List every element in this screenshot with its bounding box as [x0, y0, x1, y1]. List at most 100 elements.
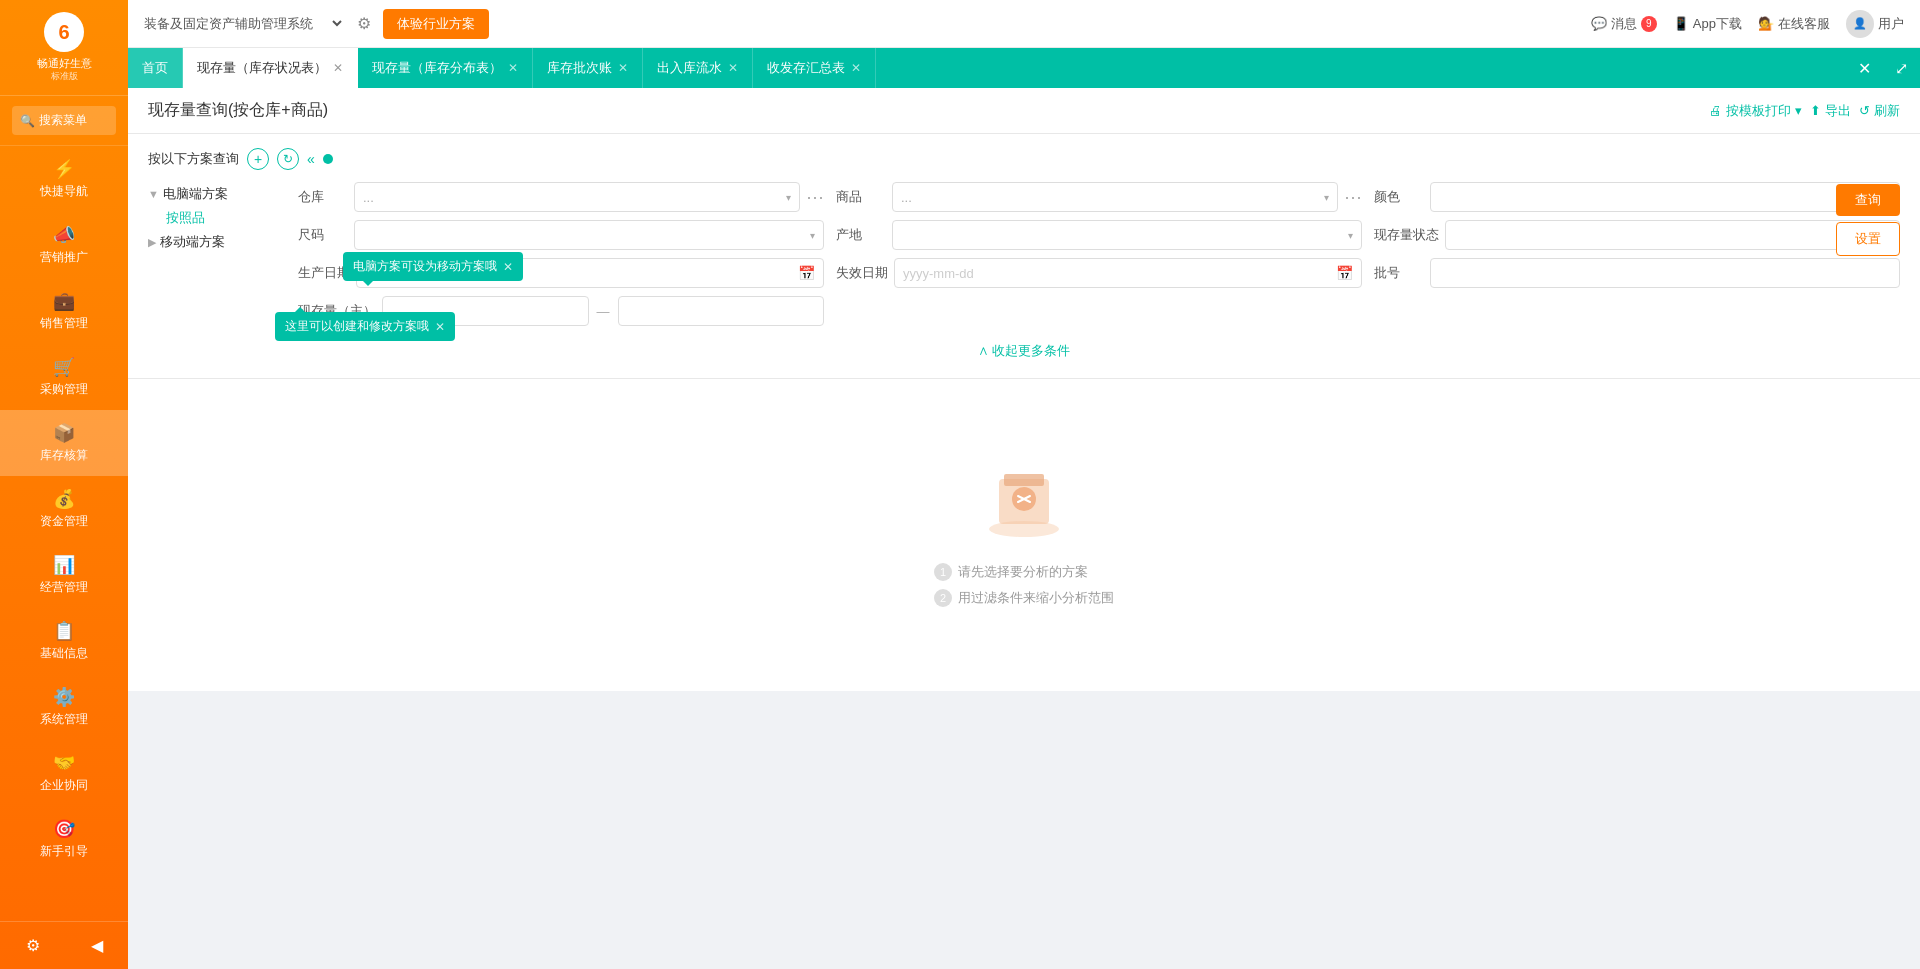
close-all-tabs-button[interactable]: ✕: [1846, 59, 1883, 78]
sidebar-item-operations[interactable]: 📊 经营管理: [0, 542, 128, 608]
message-button[interactable]: 💬 消息 9: [1591, 15, 1657, 33]
service-icon: 💁: [1758, 16, 1774, 31]
inventory-status-field: 现存量状态 ▾: [1374, 220, 1900, 250]
refresh-button[interactable]: ↺ 刷新: [1859, 102, 1900, 120]
sidebar-item-purchase[interactable]: 🛒 采购管理: [0, 344, 128, 410]
tab-collect-summary[interactable]: 收发存汇总表 ✕: [753, 48, 876, 88]
tab-in-out-flow-close[interactable]: ✕: [728, 61, 738, 75]
goods-more-icon[interactable]: ⋯: [1344, 186, 1362, 208]
tab-inventory-dist[interactable]: 现存量（库存分布表） ✕: [358, 48, 533, 88]
sidebar-item-sales[interactable]: 💼 销售管理: [0, 278, 128, 344]
sidebar: 6 畅通好生意 标准版 🔍 搜索菜单 ⚡ 快捷导航 📣 营销推广 💼 销售管理 …: [0, 0, 128, 969]
filter-back-button[interactable]: «: [307, 151, 315, 167]
export-button[interactable]: ⬆ 导出: [1810, 102, 1851, 120]
sidebar-item-label: 采购管理: [40, 381, 88, 398]
search-menu-button[interactable]: 🔍 搜索菜单: [12, 106, 116, 135]
sidebar-item-system[interactable]: ⚙️ 系统管理: [0, 674, 128, 740]
sidebar-item-label: 新手引导: [40, 843, 88, 860]
scheme-mobile-expand-icon[interactable]: ▶: [148, 236, 156, 249]
scheme-mobile-item[interactable]: ▶ 移动端方案: [148, 230, 298, 254]
filter-refresh-button[interactable]: ↻: [277, 148, 299, 170]
warehouse-select[interactable]: ... ▾: [354, 182, 800, 212]
quick-nav-icon: ⚡: [53, 158, 75, 180]
scheme-pc-item[interactable]: ▼ 电脑端方案: [148, 182, 298, 206]
sidebar-item-quick-nav[interactable]: ⚡ 快捷导航: [0, 146, 128, 212]
calendar-icon[interactable]: 📅: [1336, 265, 1353, 281]
tab-batch-account-close[interactable]: ✕: [618, 61, 628, 75]
collapse-sidebar-button[interactable]: ◀: [87, 932, 107, 959]
sidebar-item-finance[interactable]: 💰 资金管理: [0, 476, 128, 542]
app-download-button[interactable]: 📱 App下载: [1673, 15, 1742, 33]
sidebar-item-enterprise[interactable]: 🤝 企业协同: [0, 740, 128, 806]
expiry-date-field: 失效日期 yyyy-mm-dd 📅: [836, 258, 1362, 288]
scheme-pc-child[interactable]: 按照品: [148, 206, 298, 230]
export-icon: ⬆: [1810, 103, 1821, 118]
expiry-date-input[interactable]: yyyy-mm-dd 📅: [894, 258, 1362, 288]
page-actions: 🖨 按模板打印 ▾ ⬆ 导出 ↺ 刷新: [1709, 102, 1900, 120]
print-button[interactable]: 🖨 按模板打印 ▾: [1709, 102, 1802, 120]
tooltip-scheme-close[interactable]: ✕: [503, 260, 513, 274]
size-select[interactable]: ▾: [354, 220, 824, 250]
scheme-mobile-label[interactable]: 移动端方案: [160, 233, 225, 251]
calendar-icon[interactable]: 📅: [798, 265, 815, 281]
refresh-icon: ↺: [1859, 103, 1870, 118]
sidebar-item-label: 库存核算: [40, 447, 88, 464]
goods-select[interactable]: ... ▾: [892, 182, 1338, 212]
sidebar-item-label: 营销推广: [40, 249, 88, 266]
trial-button[interactable]: 体验行业方案: [383, 9, 489, 39]
tab-inventory-dist-close[interactable]: ✕: [508, 61, 518, 75]
scheme-pc-label[interactable]: 电脑端方案: [163, 185, 228, 203]
print-icon: 🖨: [1709, 103, 1722, 118]
chevron-down-icon: ▾: [1324, 192, 1329, 203]
sidebar-item-basic[interactable]: 📋 基础信息: [0, 608, 128, 674]
empty-illustration: [974, 459, 1074, 539]
tab-batch-account[interactable]: 库存批次账 ✕: [533, 48, 643, 88]
sidebar-search[interactable]: 🔍 搜索菜单: [0, 96, 128, 146]
sidebar-item-label: 基础信息: [40, 645, 88, 662]
warehouse-more-icon[interactable]: ⋯: [806, 186, 824, 208]
color-label: 颜色: [1374, 188, 1424, 206]
tooltip-create: 这里可以创建和修改方案哦 ✕: [275, 312, 455, 341]
settings-button[interactable]: ⚙: [22, 932, 44, 959]
sidebar-item-label: 企业协同: [40, 777, 88, 794]
sidebar-item-label: 快捷导航: [40, 183, 88, 200]
scheme-pc-child-label[interactable]: 按照品: [166, 209, 205, 227]
empty-tip-1: 1 请先选择要分析的方案: [934, 559, 1114, 585]
color-select[interactable]: ▾: [1430, 182, 1900, 212]
tab-collect-summary-close[interactable]: ✕: [851, 61, 861, 75]
inventory-status-select[interactable]: ▾: [1445, 220, 1900, 250]
online-service-button[interactable]: 💁 在线客服: [1758, 15, 1830, 33]
gear-button[interactable]: ⚙: [357, 14, 371, 33]
sidebar-item-newbie[interactable]: 🎯 新手引导: [0, 806, 128, 872]
filter-row-3: 生产日期 yyyy-mm-dd 📅 失效日期 yyyy-mm-dd 📅: [298, 258, 1900, 288]
chevron-down-icon: ▾: [1348, 230, 1353, 241]
message-icon: 💬: [1591, 16, 1607, 31]
filter-add-button[interactable]: +: [247, 148, 269, 170]
system-title-select[interactable]: [325, 15, 345, 32]
batch-label: 批号: [1374, 264, 1424, 282]
goods-label: 商品: [836, 188, 886, 206]
tab-inventory-status-close[interactable]: ✕: [333, 61, 343, 75]
batch-input[interactable]: [1430, 258, 1900, 288]
sidebar-item-marketing[interactable]: 📣 营销推广: [0, 212, 128, 278]
message-badge: 9: [1641, 16, 1657, 32]
expand-tabs-button[interactable]: ⤢: [1883, 59, 1920, 78]
search-actions: 查询 设置: [1836, 184, 1900, 256]
basic-icon: 📋: [53, 620, 75, 642]
step-num-2: 2: [934, 589, 952, 607]
tab-inventory-status[interactable]: 现存量（库存状况表） ✕: [183, 48, 358, 88]
current-qty-max-input[interactable]: [618, 296, 825, 326]
tooltip-create-close[interactable]: ✕: [435, 320, 445, 334]
user-menu[interactable]: 👤 用户: [1846, 10, 1904, 38]
reset-button[interactable]: 设置: [1836, 222, 1900, 256]
scheme-pc-expand-icon[interactable]: ▼: [148, 188, 159, 200]
sidebar-item-inventory[interactable]: 📦 库存核算: [0, 410, 128, 476]
origin-select[interactable]: ▾: [892, 220, 1362, 250]
tab-in-out-flow[interactable]: 出入库流水 ✕: [643, 48, 753, 88]
search-button[interactable]: 查询: [1836, 184, 1900, 216]
user-avatar: 👤: [1846, 10, 1874, 38]
sidebar-footer: ⚙ ◀: [0, 921, 128, 969]
tab-inventory-status-label: 现存量（库存状况表）: [197, 59, 327, 77]
filter-label: 按以下方案查询: [148, 150, 239, 168]
tab-home[interactable]: 首页: [128, 48, 183, 88]
